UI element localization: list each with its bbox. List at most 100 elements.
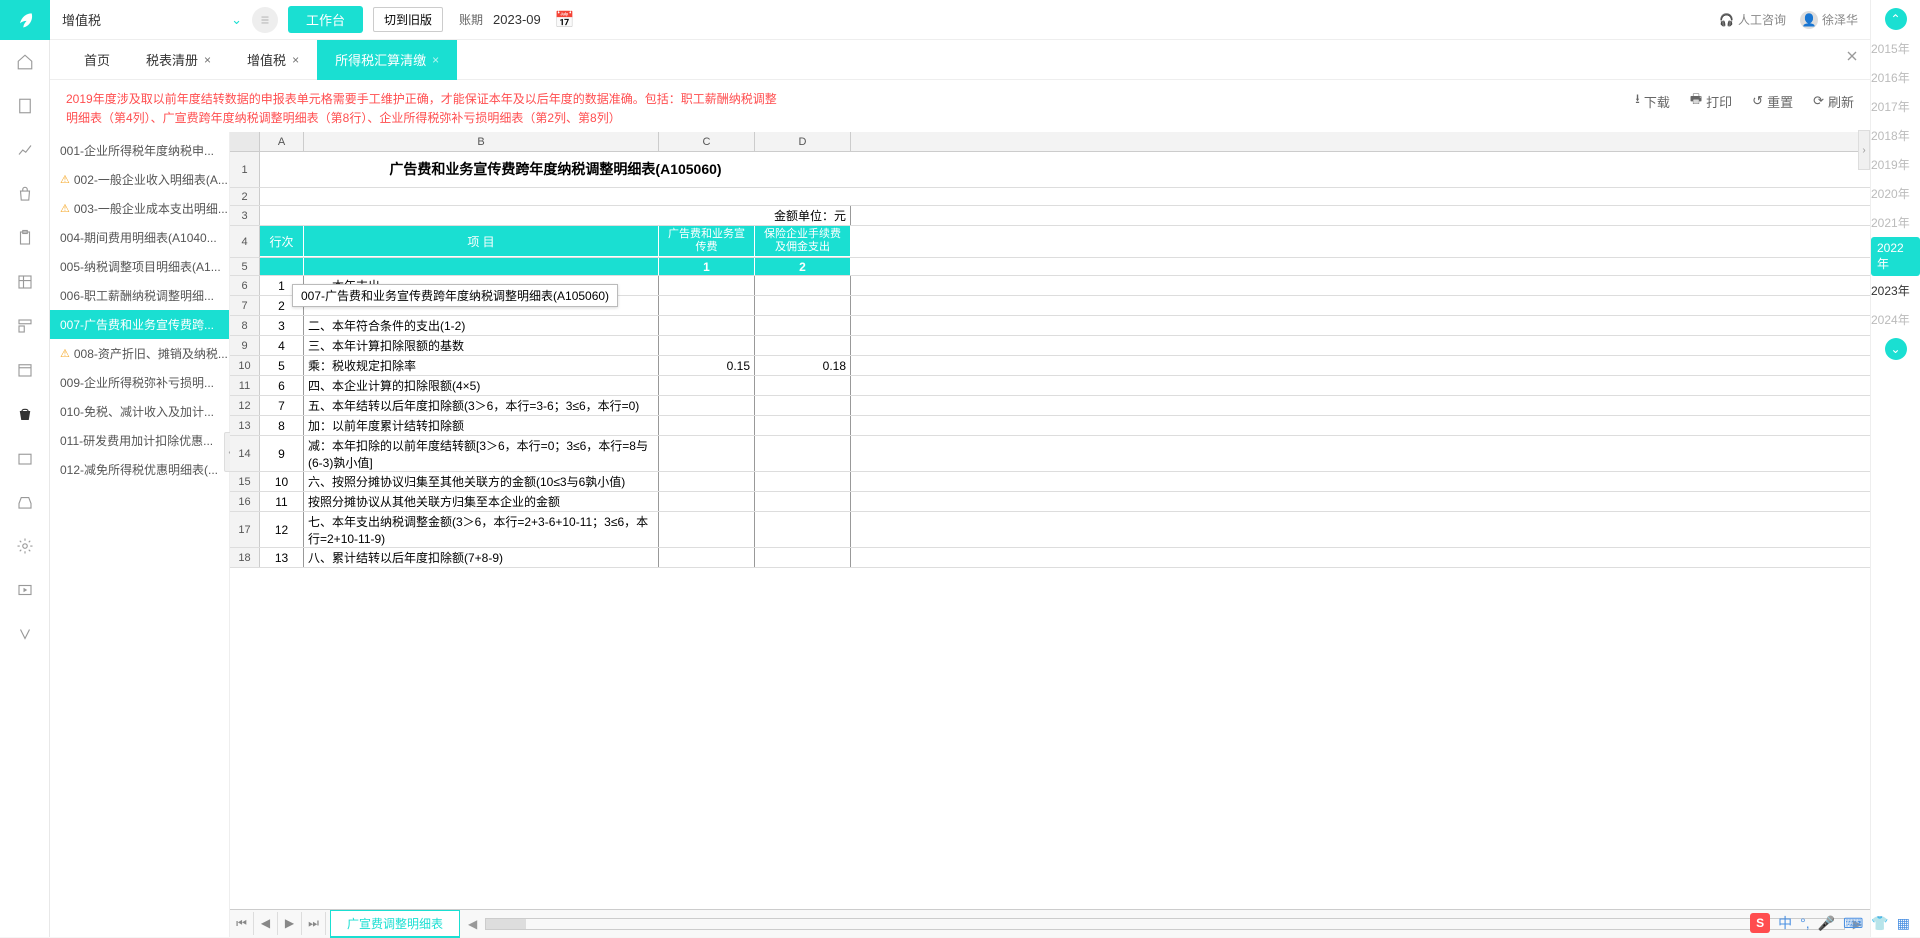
close-all-tabs[interactable] [1844,48,1860,69]
ime-mic-icon[interactable]: 🎤 [1818,915,1835,932]
ime-punct-icon[interactable]: °, [1800,915,1810,931]
ime-toolbox-icon[interactable]: ▦ [1897,915,1910,932]
cell-value-d[interactable] [755,316,851,335]
cell-rownum[interactable]: 7 [260,396,304,415]
cell-value-c[interactable] [659,376,755,395]
cell-value-d[interactable] [755,436,851,471]
form-list-item[interactable]: 006-职工薪酬纳税调整明细... [50,281,229,310]
cell-item[interactable]: 三、本年计算扣除限额的基数 [304,336,659,355]
cell-value-c[interactable] [659,436,755,471]
user-menu[interactable]: 👤 徐泽华 [1800,11,1858,29]
nav-doc-icon[interactable] [0,84,50,128]
nav-tax-icon[interactable] [0,392,50,436]
calendar-icon[interactable]: 📅 [555,10,575,30]
form-list-item[interactable]: 011-研发费用加计扣除优惠... [50,426,229,455]
select-all-corner[interactable] [230,132,260,151]
cell-rownum[interactable]: 10 [260,472,304,491]
nav-settings-icon[interactable] [0,524,50,568]
form-list-item[interactable]: ⚠003-一般企业成本支出明细... [50,194,229,223]
row-header[interactable]: 9 [230,336,260,355]
row-header[interactable]: 4 [230,226,260,257]
row-header[interactable]: 2 [230,188,260,205]
cell-rownum[interactable]: 13 [260,548,304,567]
year-scroll-down[interactable]: ⌄ [1885,338,1907,360]
form-list-item[interactable]: 007-广告费和业务宣传费跨... [50,310,229,339]
cell-item[interactable]: 加：以前年度累计结转扣除额 [304,416,659,435]
sheet-nav-next[interactable]: ▶ [278,912,302,935]
cell-value-c[interactable]: 0.15 [659,356,755,375]
year-item[interactable]: 2018年 [1871,121,1920,150]
cell-item[interactable]: 按照分摊协议从其他关联方归集至本企业的金额 [304,492,659,511]
nav-clipboard-icon[interactable] [0,216,50,260]
cell-value-d[interactable] [755,416,851,435]
row-header[interactable]: 6 [230,276,260,295]
year-item[interactable]: 2022年 [1871,237,1920,276]
sheet-nav-first[interactable]: ⏮ [230,912,254,935]
sheet-nav-last[interactable]: ⏭ [302,912,326,935]
row-header[interactable]: 14 [230,436,260,471]
tab-close-icon[interactable]: × [204,53,211,67]
period-value[interactable]: 2023-09 [493,12,541,27]
module-dropdown[interactable]: 增值税 ⌄ [62,10,242,29]
cell-value-d[interactable] [755,376,851,395]
refresh-action[interactable]: ⟳刷新 [1813,90,1854,112]
cell-value-c[interactable] [659,548,755,567]
row-header[interactable]: 10 [230,356,260,375]
row-header[interactable]: 7 [230,296,260,315]
cell-value-d[interactable] [755,336,851,355]
ime-lang[interactable]: 中 [1778,913,1792,933]
form-list-item[interactable]: 009-企业所得税弥补亏损明... [50,368,229,397]
row-header[interactable]: 17 [230,512,260,547]
cell-rownum[interactable]: 9 [260,436,304,471]
cell-value-c[interactable] [659,416,755,435]
cell-value-c[interactable] [659,336,755,355]
cell-item[interactable]: 乘：税收规定扣除率 [304,356,659,375]
cell-value-d[interactable] [755,396,851,415]
col-header-b[interactable]: B [304,132,659,151]
tab-所得税汇算清缴[interactable]: 所得税汇算清缴× [317,40,457,80]
cell-rownum[interactable]: 4 [260,336,304,355]
cell-value-c[interactable] [659,316,755,335]
year-item[interactable]: 2023年 [1871,276,1920,305]
tab-close-icon[interactable]: × [292,53,299,67]
cell-value-c[interactable] [659,276,755,295]
nav-inbox-icon[interactable] [0,480,50,524]
row-header[interactable]: 12 [230,396,260,415]
year-item[interactable]: 2019年 [1871,150,1920,179]
form-list-item[interactable]: 010-免税、减计收入及加计... [50,397,229,426]
year-scroll-up[interactable]: ⌃ [1885,8,1907,30]
row-header[interactable]: 15 [230,472,260,491]
right-panel-collapse[interactable]: › [1858,130,1870,170]
tab-close-icon[interactable]: × [432,53,439,67]
cell-rownum[interactable]: 11 [260,492,304,511]
col-header-a[interactable]: A [260,132,304,151]
cell-value-d[interactable] [755,296,851,315]
cell-rownum[interactable]: 6 [260,376,304,395]
cell-value-d[interactable]: 0.18 [755,356,851,375]
row-header[interactable]: 11 [230,376,260,395]
cell-item[interactable]: 二、本年符合条件的支出(1-2) [304,316,659,335]
cell-item[interactable]: 六、按照分摊协议归集至其他关联方的金额(10≤3与6孰小值) [304,472,659,491]
reset-action[interactable]: ↺重置 [1752,90,1793,112]
row-header[interactable]: 16 [230,492,260,511]
expand-button[interactable] [252,7,278,33]
nav-video-icon[interactable] [0,568,50,612]
tab-首页[interactable]: 首页 [66,40,128,80]
cell-value-c[interactable] [659,396,755,415]
switch-old-button[interactable]: 切到旧版 [373,7,443,32]
sheet-nav-prev[interactable]: ◀ [254,912,278,935]
cell-item[interactable]: 七、本年支出纳税调整金额(3＞6，本行=2+3-6+10-11；3≤6，本行=2… [304,512,659,547]
consult-link[interactable]: 🎧 人工咨询 [1719,11,1786,28]
cell-value-d[interactable] [755,512,851,547]
nav-home-icon[interactable] [0,40,50,84]
ime-skin-icon[interactable]: 👕 [1871,915,1888,932]
cell-value-c[interactable] [659,512,755,547]
workbench-button[interactable]: 工作台 [288,6,363,33]
tab-增值税[interactable]: 增值税× [229,40,317,80]
cell-item[interactable]: 五、本年结转以后年度扣除额(3＞6，本行=3-6；3≤6，本行=0) [304,396,659,415]
tab-税表清册[interactable]: 税表清册× [128,40,229,80]
row-header[interactable]: 18 [230,548,260,567]
nav-archive-icon[interactable] [0,436,50,480]
cell-value-c[interactable] [659,472,755,491]
cell-item[interactable]: 八、累计结转以后年度扣除额(7+8-9) [304,548,659,567]
